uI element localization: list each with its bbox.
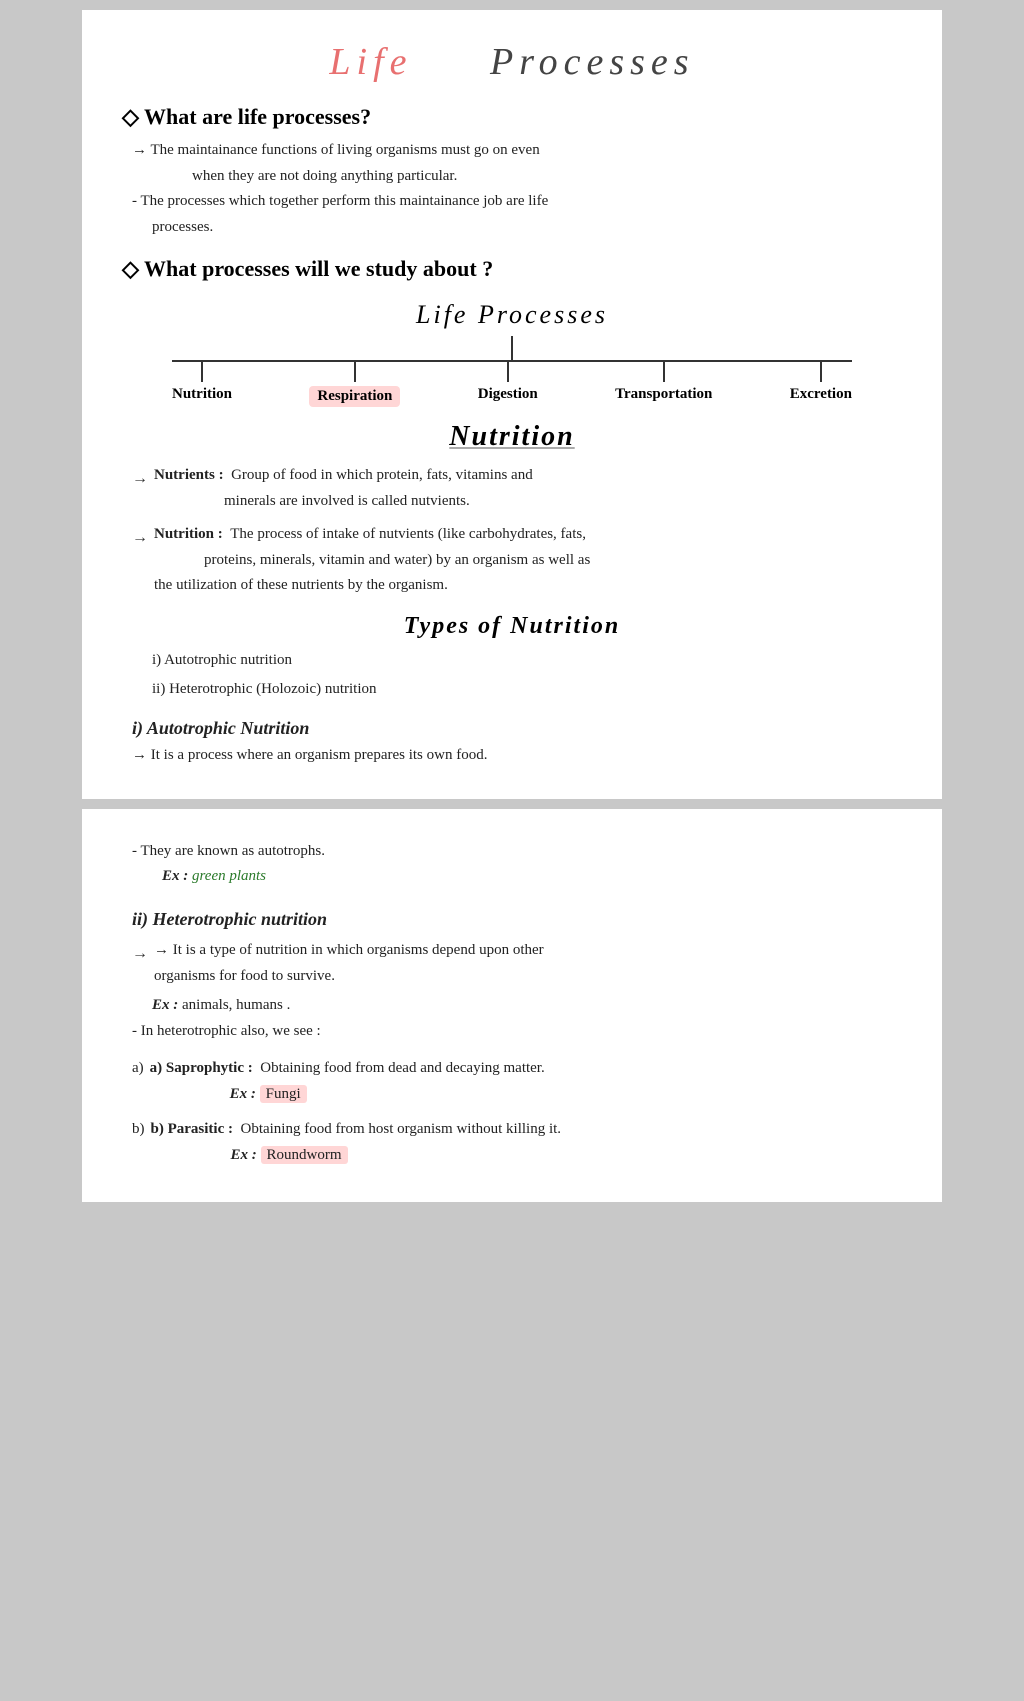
nutrients-text: Nutrients : Group of food in which prote… [154, 463, 533, 514]
nutrients-term: Nutrients : [154, 467, 224, 483]
life-processes-diagram: Life Processes Nutrition Respiration D [122, 300, 902, 407]
parasitic-example: Roundworm [261, 1146, 348, 1164]
saprophytic-ex: Ex : Fungi [230, 1082, 545, 1108]
nutrients-def: → Nutrients : Group of food in which pro… [132, 463, 902, 514]
title-processes: Processes [490, 41, 695, 83]
branch-excretion-label: Excretion [790, 386, 852, 403]
page-2: - They are known as autotrophs. Ex : gre… [82, 809, 942, 1203]
nutrition-term: Nutrition : [154, 526, 223, 542]
hetero-heading: ii) Heterotrophic nutrition [132, 904, 902, 935]
hetero-line1: → It is a type of nutrition in which org… [154, 938, 544, 964]
parasitic-text: b) Parasitic : Obtaining food from host … [151, 1117, 562, 1168]
para1-line3: - The processes which together perform t… [132, 189, 902, 215]
hetero-def: → → It is a type of nutrition in which o… [132, 938, 902, 1044]
hetero-line3: Ex : animals, humans . [152, 993, 902, 1019]
page-title: Life Processes [122, 40, 902, 84]
tree-wrapper: Nutrition Respiration Digestion Transpor… [122, 336, 902, 407]
autotrophs-section: - They are known as autotrophs. Ex : gre… [132, 839, 902, 890]
nutrition-def: → Nutrition : The process of intake of n… [132, 522, 902, 599]
branch-excretion: Excretion [790, 362, 852, 407]
hetero-lines: → It is a type of nutrition in which org… [154, 938, 544, 989]
title-life: Life [329, 41, 412, 83]
type-ii: ii) Heterotrophic (Holozoic) nutrition [152, 677, 902, 703]
saprophytic-text: a) Saprophytic : Obtaining food from dea… [150, 1056, 545, 1107]
autotrophs-example: green plants [192, 868, 266, 884]
saprophytic-section: a) a) Saprophytic : Obtaining food from … [132, 1056, 902, 1107]
question-2: ◇ What processes will we study about ? [122, 256, 902, 282]
parasitic-ex: Ex : Roundworm [231, 1143, 562, 1169]
branch-nutrition-label: Nutrition [172, 386, 232, 403]
nutrition-text: Nutrition : The process of intake of nut… [154, 522, 590, 599]
branch-respiration-label: Respiration [309, 386, 400, 407]
branch-transportation: Transportation [615, 362, 712, 407]
hetero-heading-text: ii) Heterotrophic nutrition [132, 904, 902, 935]
branch-digestion: Digestion [478, 362, 538, 407]
autotrophs-line1: - They are known as autotrophs. [132, 839, 902, 865]
auto-text: → It is a process where an organism prep… [132, 743, 902, 769]
nutrition-heading: Nutrition [122, 421, 902, 453]
auto-heading: i) Autotrophic Nutrition [132, 713, 902, 744]
hetero-line4: - In heterotrophic also, we see : [132, 1019, 902, 1045]
diagram-title: Life Processes [416, 300, 608, 330]
branch-respiration: Respiration [309, 362, 400, 407]
saprophytic-example: Fungi [260, 1085, 307, 1103]
saprophytic-item: a) a) Saprophytic : Obtaining food from … [132, 1056, 902, 1107]
branch-digestion-label: Digestion [478, 386, 538, 403]
hetero-line2: organisms for food to survive. [154, 964, 544, 990]
question-2-text: ◇ What processes will we study about ? [122, 256, 493, 282]
nutrition-line3: the utilization of these nutrients by th… [154, 573, 590, 599]
nutrition-line2: proteins, minerals, vitamin and water) b… [204, 548, 590, 574]
tree-branches: Nutrition Respiration Digestion Transpor… [172, 362, 852, 407]
nutrients-line1: Group of food in which protein, fats, vi… [231, 467, 533, 483]
autotrophs-line2: Ex : green plants [162, 864, 902, 890]
auto-heading-text: i) Autotrophic Nutrition [132, 713, 902, 744]
types-list: i) Autotrophic nutrition ii) Heterotroph… [132, 648, 902, 703]
types-heading: Types of Nutrition [122, 613, 902, 640]
para1-line1: → The maintainance functions of living o… [132, 138, 902, 164]
tree-root-line [511, 336, 513, 360]
type-i: i) Autotrophic nutrition [152, 648, 902, 674]
page-1: Life Processes ◇ What are life processes… [82, 10, 942, 799]
nutrients-arrow: → Nutrients : Group of food in which pro… [132, 463, 902, 514]
para1-line4: processes. [152, 215, 902, 241]
nutrition-line1: The process of intake of nutvients (like… [230, 526, 586, 542]
branch-transportation-label: Transportation [615, 386, 712, 403]
nutrition-arrow: → Nutrition : The process of intake of n… [132, 522, 902, 599]
parasitic-item: b) b) Parasitic : Obtaining food from ho… [132, 1117, 902, 1168]
paragraph-1: → The maintainance functions of living o… [132, 138, 902, 240]
nutrients-line2: minerals are involved is called nutvient… [224, 489, 533, 515]
branch-nutrition: Nutrition [172, 362, 232, 407]
question-1-text: ◇ What are life processes? [122, 104, 371, 130]
hetero-arrow: → → It is a type of nutrition in which o… [132, 938, 902, 989]
question-1: ◇ What are life processes? [122, 104, 902, 130]
parasitic-section: b) b) Parasitic : Obtaining food from ho… [132, 1117, 902, 1168]
para1-line2: when they are not doing anything particu… [192, 164, 902, 190]
